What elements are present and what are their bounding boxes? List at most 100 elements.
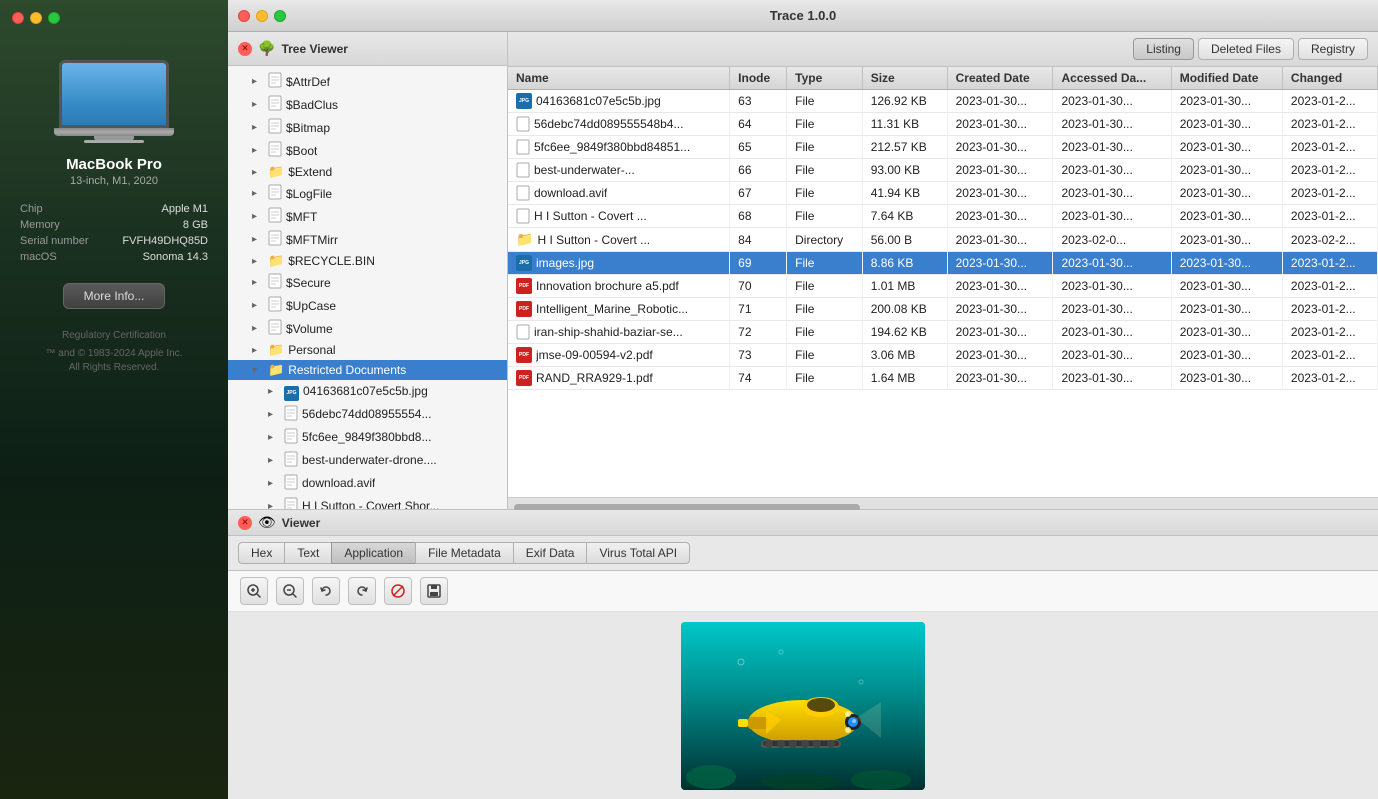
tree-item-extend[interactable]: ▸📁$Extend [228,162,507,182]
save-button[interactable] [420,577,448,605]
tree-item-file5[interactable]: ▸download.avif [228,472,507,495]
tree-item-file4[interactable]: ▸best-underwater-drone.... [228,449,507,472]
tree-item-file1[interactable]: ▸JPG04163681c07e5c5b.jpg [228,380,507,403]
tree-item-mftmirr[interactable]: ▸$MFTMirr [228,228,507,251]
changed-cell: 2023-01-2... [1282,321,1377,344]
tree-item-file3[interactable]: ▸5fc6ee_9849f380bbd8... [228,426,507,449]
accessed-cell: 2023-01-30... [1053,90,1171,113]
type-cell: File [787,252,863,275]
tree-item-file6[interactable]: ▸H I Sutton - Covert Shor... [228,495,507,510]
created-cell: 2023-01-30... [947,136,1053,159]
size-cell: 8.86 KB [862,252,947,275]
tab-virus-total[interactable]: Virus Total API [586,542,690,564]
tree-item-logfile[interactable]: ▸$LogFile [228,182,507,205]
expand-arrow: ▸ [252,300,264,311]
close-button[interactable] [12,12,24,24]
changed-cell: 2023-01-2... [1282,90,1377,113]
table-row[interactable]: download.avif67File41.94 KB2023-01-30...… [508,182,1378,205]
zoom-out-button[interactable] [276,577,304,605]
col-size: Size [862,67,947,90]
more-info-button[interactable]: More Info... [63,283,166,309]
traffic-lights-left [12,12,60,24]
maximize-button[interactable] [48,12,60,24]
size-cell: 212.57 KB [862,136,947,159]
accessed-cell: 2023-01-30... [1053,159,1171,182]
modified-cell: 2023-01-30... [1171,136,1282,159]
tree-item-badclus[interactable]: ▸$BadClus [228,93,507,116]
table-row[interactable]: PDFInnovation brochure a5.pdf70File1.01 … [508,275,1378,298]
tree-item-boot[interactable]: ▸$Boot [228,139,507,162]
file-table[interactable]: Name Inode Type Size Created Date Access… [508,67,1378,497]
no-rotation-button[interactable] [384,577,412,605]
table-row[interactable]: PDFjmse-09-00594-v2.pdf73File3.06 MB2023… [508,344,1378,367]
table-row[interactable]: H I Sutton - Covert ...68File7.64 KB2023… [508,205,1378,228]
tab-deleted-files[interactable]: Deleted Files [1198,38,1294,60]
accessed-cell: 2023-01-30... [1053,367,1171,390]
tree-item-personal[interactable]: ▸📁Personal [228,340,507,360]
expand-arrow: ▸ [252,167,264,178]
inode-cell: 64 [730,113,787,136]
inode-cell: 70 [730,275,787,298]
tree-item-recyclebin[interactable]: ▸📁$RECYCLE.BIN [228,251,507,271]
tree-item-upcase[interactable]: ▸$UpCase [228,294,507,317]
table-row[interactable]: PDFRAND_RRA929-1.pdf74File1.64 MB2023-01… [508,367,1378,390]
table-row[interactable]: PDFIntelligent_Marine_Robotic...71File20… [508,298,1378,321]
changed-cell: 2023-01-2... [1282,205,1377,228]
inode-cell: 74 [730,367,787,390]
tree-item-bitmap[interactable]: ▸$Bitmap [228,116,507,139]
size-cell: 7.64 KB [862,205,947,228]
expand-arrow: ▸ [252,345,264,356]
tab-exif-data[interactable]: Exif Data [513,542,587,564]
zoom-in-button[interactable] [240,577,268,605]
app-close-button[interactable] [238,10,250,22]
table-row[interactable]: best-underwater-...66File93.00 KB2023-01… [508,159,1378,182]
viewer-close-button[interactable]: ✕ [238,516,252,530]
tab-application[interactable]: Application [331,542,415,564]
file-name-cell: 5fc6ee_9849f380bbd84851... [508,136,730,159]
inode-cell: 69 [730,252,787,275]
type-cell: File [787,298,863,321]
created-cell: 2023-01-30... [947,205,1053,228]
table-row[interactable]: JPGimages.jpg69File8.86 KB2023-01-30...2… [508,252,1378,275]
tree-item-label: 56debc74dd08955554... [302,407,431,421]
file-icon [284,474,298,493]
rotate-left-button[interactable] [312,577,340,605]
tab-hex[interactable]: Hex [238,542,284,564]
col-changed: Changed [1282,67,1377,90]
tree-content[interactable]: ▸$AttrDef▸$BadClus▸$Bitmap▸$Boot▸📁$Exten… [228,66,507,509]
rotate-right-button[interactable] [348,577,376,605]
type-cell: File [787,182,863,205]
tab-registry[interactable]: Registry [1298,38,1368,60]
modified-cell: 2023-01-30... [1171,275,1282,298]
file-icon [268,296,282,315]
expand-arrow: ▸ [268,478,280,489]
app-maximize-button[interactable] [274,10,286,22]
accessed-cell: 2023-01-30... [1053,205,1171,228]
minimize-button[interactable] [30,12,42,24]
tab-file-metadata[interactable]: File Metadata [415,542,513,564]
horizontal-scrollbar[interactable] [508,497,1378,509]
inode-cell: 66 [730,159,787,182]
table-row[interactable]: 5fc6ee_9849f380bbd84851...65File212.57 K… [508,136,1378,159]
tree-item-mft[interactable]: ▸$MFT [228,205,507,228]
tree-item-restricted[interactable]: ▾📁Restricted Documents [228,360,507,380]
created-cell: 2023-01-30... [947,113,1053,136]
tree-item-file2[interactable]: ▸56debc74dd08955554... [228,403,507,426]
table-row[interactable]: 📁H I Sutton - Covert ...84Directory56.00… [508,228,1378,252]
tree-item-volume[interactable]: ▸$Volume [228,317,507,340]
tree-close-button[interactable]: ✕ [238,42,252,56]
tab-listing[interactable]: Listing [1133,38,1194,60]
modified-cell: 2023-01-30... [1171,113,1282,136]
expand-arrow: ▸ [252,323,264,334]
tree-item-secure[interactable]: ▸$Secure [228,271,507,294]
table-row[interactable]: JPG04163681c07e5c5b.jpg63File126.92 KB20… [508,90,1378,113]
viewer-header: ✕ 👁 Viewer [228,510,1378,536]
table-row[interactable]: iran-ship-shahid-baziar-se...72File194.6… [508,321,1378,344]
inode-cell: 63 [730,90,787,113]
tree-item-label: Personal [288,343,335,357]
inode-cell: 71 [730,298,787,321]
tree-item-attrdef[interactable]: ▸$AttrDef [228,70,507,93]
app-minimize-button[interactable] [256,10,268,22]
table-row[interactable]: 56debc74dd089555548b4...64File11.31 KB20… [508,113,1378,136]
tab-text[interactable]: Text [284,542,331,564]
